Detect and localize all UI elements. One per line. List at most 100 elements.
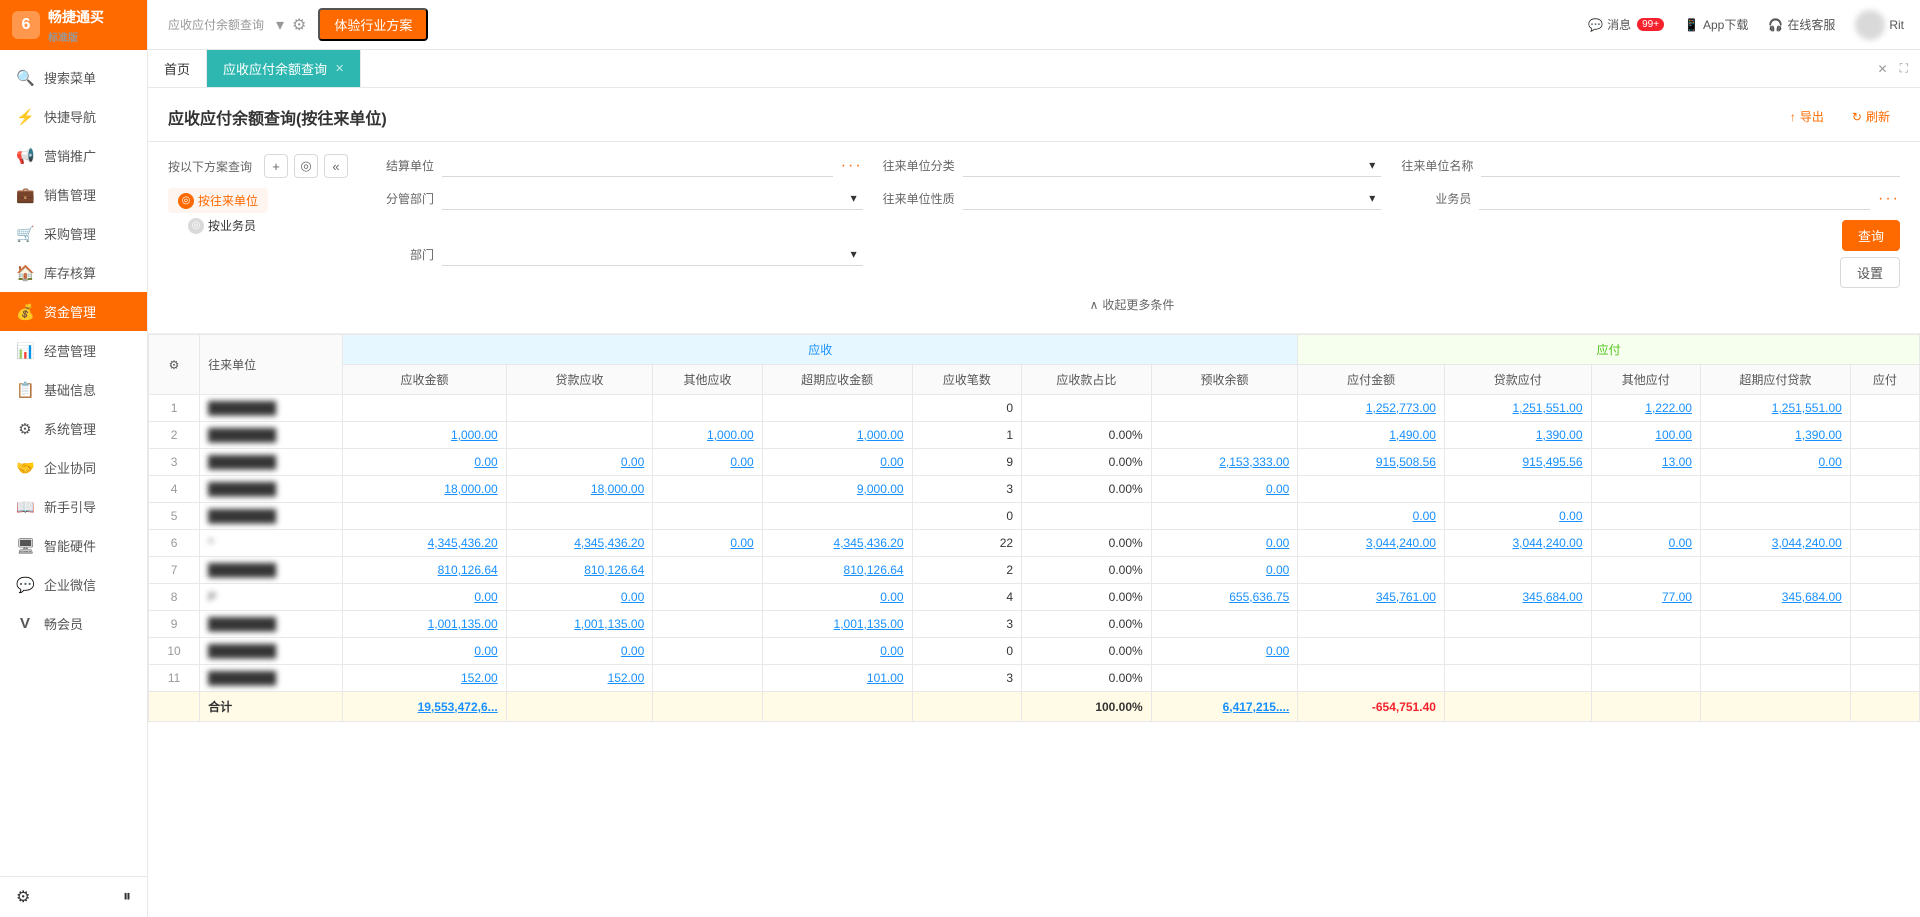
partner-category-select[interactable]: ▾ [963, 154, 1382, 177]
settings-gear-icon[interactable]: ⚙ [292, 15, 306, 35]
table-row: 8P0.000.000.0040.00%655,636.75345,761.00… [149, 584, 1920, 611]
row-no: 7 [149, 557, 200, 584]
sidebar-item-finance[interactable]: 💰 资金管理 [0, 292, 147, 331]
setting-button[interactable]: 设置 [1840, 257, 1900, 288]
other_pay-cell [1591, 557, 1700, 584]
table-footer-row: 合计 19,553,472,6... 100.00% 6,417,215....… [149, 692, 1920, 722]
loan_recv-cell: 0.00 [506, 449, 653, 476]
col-overdue-pay: 超期应付贷款 [1700, 365, 1850, 395]
payable-group-header: 应付 [1298, 335, 1920, 365]
collapse-more-btn[interactable]: ∧ 收起更多条件 [364, 288, 1900, 321]
loan_recv-cell [506, 422, 653, 449]
sidebar-item-sales[interactable]: 💼 销售管理 [0, 175, 147, 214]
party-name-cell: ████████ [200, 638, 343, 665]
online-service-button[interactable]: 🎧 在线客服 [1768, 16, 1835, 33]
partner-nature-select[interactable]: ▾ [963, 187, 1382, 210]
recv_ratio-cell: 0.00% [1022, 422, 1152, 449]
receivable-cell: 152.00 [343, 665, 506, 692]
view-option-by-partner[interactable]: ◎ 按往来单位 [168, 188, 268, 213]
sidebar-collapse-btn[interactable]: ⏸ [123, 888, 131, 906]
user-menu[interactable]: Rit [1855, 10, 1904, 40]
salesperson-dots[interactable]: ··· [1878, 190, 1900, 208]
tab-home[interactable]: 首页 [148, 50, 207, 87]
add-scheme-btn[interactable]: + [264, 154, 288, 178]
sidebar-item-operations[interactable]: 📊 经营管理 [0, 331, 147, 370]
sidebar-item-basic-info[interactable]: 📋 基础信息 [0, 370, 147, 409]
search-scheme-label: 按以下方案查询 [168, 158, 252, 175]
receivable-cell: 1,001,135.00 [343, 611, 506, 638]
field-partner-category: 往来单位分类 ▾ [883, 154, 1382, 177]
tab-maximize-icon[interactable]: ⛶ [1900, 61, 1908, 76]
pay_extra-cell [1850, 503, 1919, 530]
export-button[interactable]: ↑ 导出 [1780, 104, 1834, 129]
loan_pay-cell: 3,044,240.00 [1444, 530, 1591, 557]
sidebar-item-purchase[interactable]: 🛒 采购管理 [0, 214, 147, 253]
settlement-unit-dots[interactable]: ··· [841, 157, 863, 175]
sidebar-item-marketing[interactable]: 📢 营销推广 [0, 136, 147, 175]
sidebar-item-guide[interactable]: 📖 新手引导 [0, 487, 147, 526]
sidebar-item-hardware[interactable]: 🖥 智能硬件 [0, 526, 147, 565]
table-row: 9████████1,001,135.001,001,135.001,001,1… [149, 611, 1920, 638]
payable-cell [1298, 665, 1445, 692]
app-download-button[interactable]: 📱 App下载 [1684, 16, 1748, 33]
sidebar-item-inventory[interactable]: 🏠 库存核算 [0, 253, 147, 292]
tab-close-icon[interactable]: ✕ [335, 62, 344, 75]
inventory-icon: 🏠 [16, 264, 34, 282]
recv_ratio-cell: 0.00% [1022, 530, 1152, 557]
sidebar-item-weixin[interactable]: 💬 企业微信 [0, 565, 147, 604]
department-select[interactable]: ▾ [442, 243, 863, 266]
loan_pay-cell [1444, 611, 1591, 638]
table-row: 11████████152.00152.00101.0030.00% [149, 665, 1920, 692]
search-fields: 结算单位 ··· 往来单位分类 ▾ 往来单位名称 [364, 154, 1900, 288]
sidebar-settings-btn[interactable]: ⚙ [16, 887, 30, 907]
other_pay-cell [1591, 503, 1700, 530]
managing-dept-select[interactable]: ▾ [442, 187, 863, 210]
view-option-by-salesperson[interactable]: ◎ 按业务员 [178, 213, 348, 238]
loan_pay-cell [1444, 476, 1591, 503]
sidebar-item-quicknav[interactable]: ⚡ 快捷导航 [0, 97, 147, 136]
sidebar-item-search[interactable]: 🔍 搜索菜单 [0, 58, 147, 97]
partner-name-input[interactable] [1481, 154, 1900, 177]
recv_ratio-cell: 0.00% [1022, 449, 1152, 476]
tab-ar-ap-query[interactable]: 应收应付余额查询 ✕ [207, 50, 361, 87]
download-icon: 📱 [1684, 18, 1699, 32]
sidebar-item-member[interactable]: V 畅会员 [0, 604, 147, 643]
target-scheme-btn[interactable]: ◎ [294, 154, 318, 178]
other_recv-cell [653, 665, 762, 692]
page: 应收应付余额查询(按往来单位) ↑ 导出 ↻ 刷新 按以下方案查询 [148, 88, 1920, 917]
recv_count-cell: 22 [912, 530, 1021, 557]
settlement-unit-input[interactable] [442, 154, 833, 177]
sidebar-item-collab[interactable]: 🤝 企业协同 [0, 448, 147, 487]
loan_recv-cell: 810,126.64 [506, 557, 653, 584]
loan_recv-cell: 0.00 [506, 584, 653, 611]
table-row: 6^4,345,436.204,345,436.200.004,345,436.… [149, 530, 1920, 557]
salesperson-input[interactable] [1479, 187, 1870, 210]
col-loan-recv: 贷款应收 [506, 365, 653, 395]
purchase-icon: 🛒 [16, 225, 34, 243]
promo-button[interactable]: 体验行业方案 [318, 8, 428, 41]
by-salesperson-icon: ◎ [188, 218, 204, 234]
payable-cell: 345,761.00 [1298, 584, 1445, 611]
recv_count-cell: 0 [912, 638, 1021, 665]
partner-nature-chevron-icon: ▾ [1369, 191, 1375, 205]
search-fields-container: 结算单位 ··· 往来单位分类 ▾ 往来单位名称 [364, 154, 1900, 321]
collapse-scheme-btn[interactable]: « [324, 154, 348, 178]
sidebar-item-system[interactable]: ⚙ 系统管理 [0, 409, 147, 448]
messages-button[interactable]: 💬 消息 99+ [1588, 16, 1664, 33]
row-no: 11 [149, 665, 200, 692]
query-button[interactable]: 查询 [1842, 220, 1900, 251]
other_recv-cell [653, 476, 762, 503]
other_recv-cell: 0.00 [653, 530, 762, 557]
chevron-down-icon: ▾ [1369, 158, 1375, 172]
pay_extra-cell [1850, 557, 1919, 584]
party-name-cell: P [200, 584, 343, 611]
tab-close-window-icon[interactable]: ✕ [1878, 62, 1888, 76]
refresh-button[interactable]: ↻ 刷新 [1842, 104, 1900, 129]
prepay_bal-cell: 0.00 [1151, 530, 1298, 557]
col-overdue-recv: 超期应收金额 [762, 365, 912, 395]
query-buttons: 查询 设置 [1401, 220, 1900, 288]
table-settings-col[interactable]: ⚙ [149, 335, 200, 395]
prepay_bal-cell: 0.00 [1151, 638, 1298, 665]
view-options: ◎ 按往来单位 [168, 188, 348, 213]
gear-icon[interactable]: ▾ [276, 15, 284, 35]
